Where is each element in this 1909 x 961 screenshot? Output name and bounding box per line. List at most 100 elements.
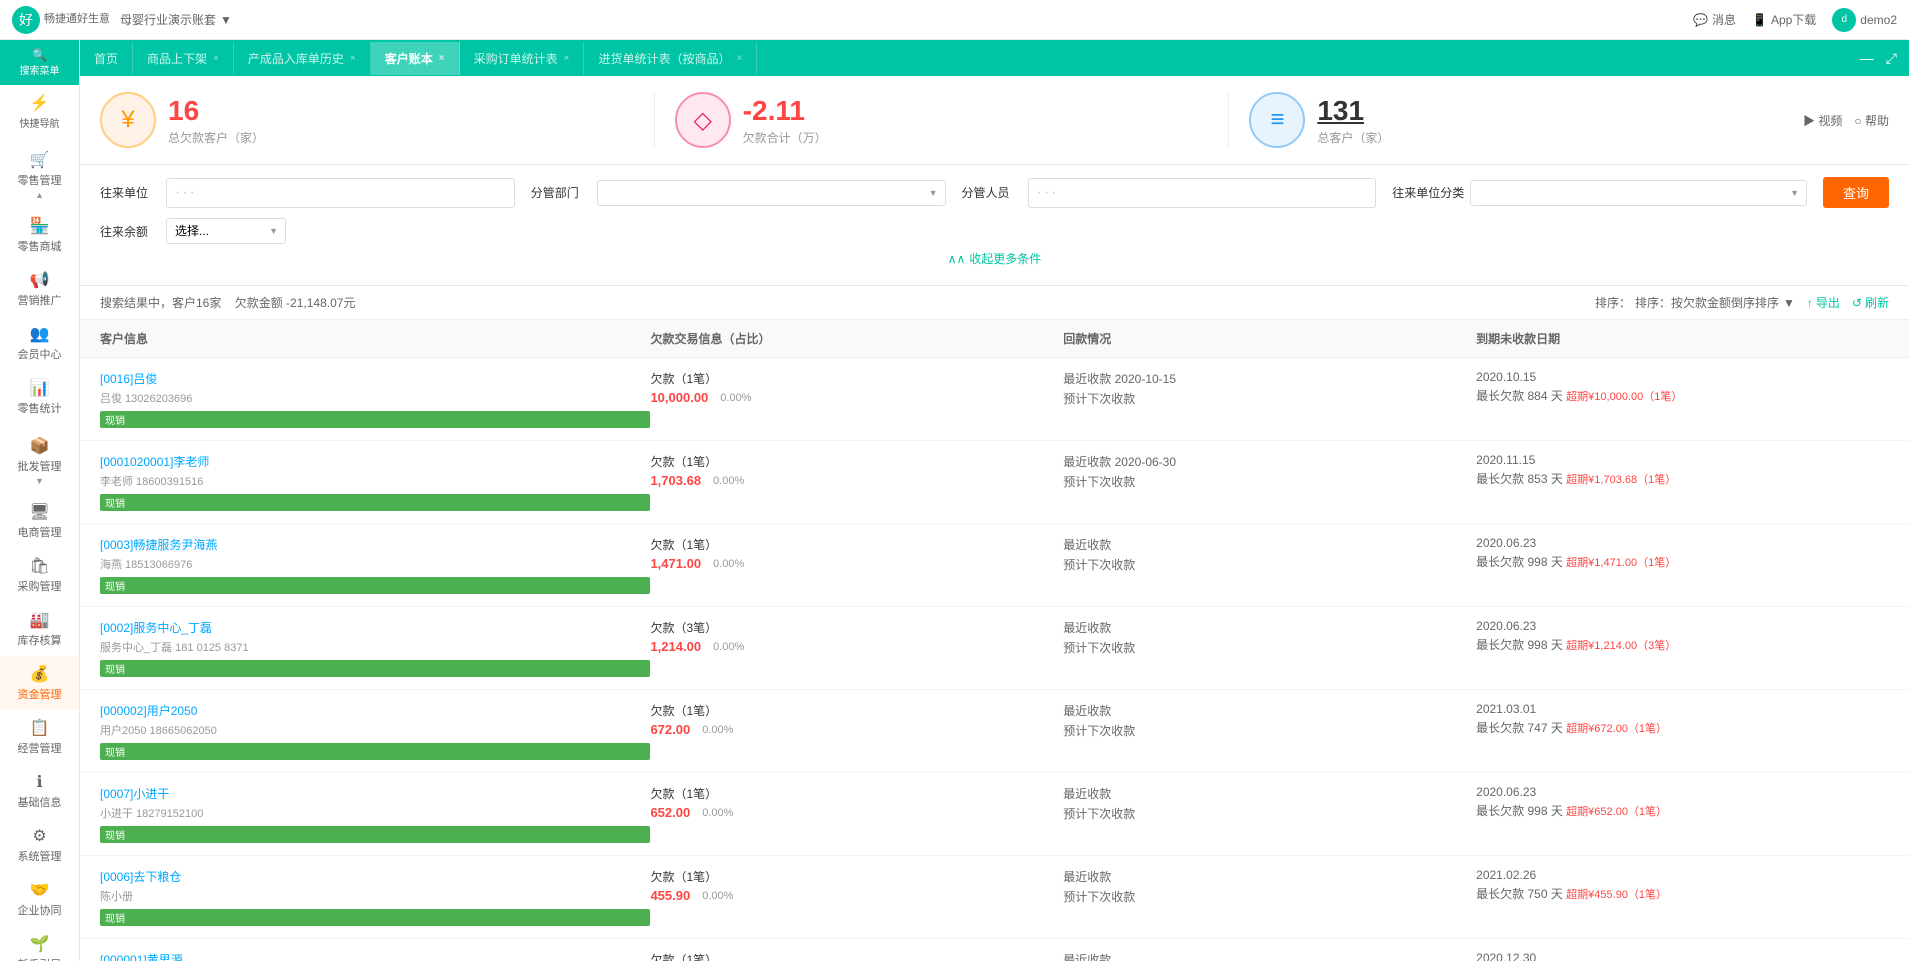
- unit-class-select-wrap: [1470, 180, 1807, 206]
- tab-goods-offline[interactable]: 商品上下架 ×: [133, 42, 234, 75]
- unit-class-select[interactable]: [1470, 180, 1807, 206]
- video-btn[interactable]: ▶ 视频: [1803, 112, 1842, 129]
- last-collect-6: 最近收款: [1063, 868, 1476, 885]
- last-collect-1: 最近收款 2020-06-30: [1063, 453, 1476, 470]
- return-info-0: 最近收款 2020-10-15 预计下次收款: [1063, 370, 1476, 428]
- source-unit-input[interactable]: ···: [166, 178, 515, 208]
- debt-info-6: 欠款（1笔） 455.90 0.00%: [650, 868, 1063, 926]
- debt-pct-1: 0.00%: [713, 475, 744, 487]
- overdue-link-1[interactable]: 超期¥1,703.68（1笔）: [1566, 474, 1676, 486]
- customer-name-link-4[interactable]: [000002]用户2050: [100, 702, 650, 719]
- search-button[interactable]: 查询: [1823, 177, 1889, 208]
- message-btn[interactable]: 💬 消息: [1693, 11, 1736, 28]
- filter-source-unit: 往来单位 ···: [100, 178, 515, 208]
- inventory-icon: 🏭: [30, 610, 50, 630]
- customer-name-link-6[interactable]: [0006]去下粮仓: [100, 868, 650, 885]
- customer-name-link-3[interactable]: [0002]服务中心_丁磊: [100, 619, 650, 636]
- debt-pct-4: 0.00%: [702, 724, 733, 736]
- sidebar-item-retail-stat[interactable]: 📊 零售统计: [0, 370, 79, 424]
- refresh-icon: ↺: [1852, 296, 1862, 310]
- sidebar-item-purchase[interactable]: 🛍 采购管理: [0, 548, 79, 602]
- close-icon3[interactable]: ×: [439, 53, 445, 64]
- customer-phone-5: 小进干 18279152100: [100, 805, 650, 821]
- sidebar-item-marketing[interactable]: 📢 营销推广: [0, 262, 79, 316]
- balance-select[interactable]: 选择...: [166, 218, 286, 244]
- last-collect-2: 最近收款: [1063, 536, 1476, 553]
- newbie-icon: 🌱: [30, 934, 50, 954]
- customer-name-link-7[interactable]: [000001]黄思源: [100, 951, 650, 961]
- customer-name-link-2[interactable]: [0003]畅捷服务尹海燕: [100, 536, 650, 553]
- result-text: 搜索结果中，客户16家 欠款金额 -21,148.07元: [100, 294, 355, 311]
- debt-count-2: 欠款（1笔）: [650, 536, 1063, 553]
- customer-info-3: [0002]服务中心_丁磊 服务中心_丁磊 181 0125 8371 现销: [100, 619, 650, 677]
- tab-home[interactable]: 首页: [80, 42, 133, 75]
- next-collect-4: 预计下次收款: [1063, 722, 1476, 739]
- tab-maximize-btn[interactable]: ⤢: [1882, 46, 1901, 71]
- overdue-link-0[interactable]: 超期¥10,000.00（1笔）: [1566, 391, 1682, 403]
- debt-pct-6: 0.00%: [702, 890, 733, 902]
- logo-text: 畅捷通好生意: [44, 12, 110, 26]
- industry-select[interactable]: 母婴行业演示账套 ▼: [120, 11, 232, 28]
- customer-name-link-5[interactable]: [0007]小进干: [100, 785, 650, 802]
- customer-tag-4: 现销: [100, 743, 650, 760]
- collapse-row[interactable]: ∧∧ 收起更多条件: [100, 244, 1889, 273]
- user-avatar[interactable]: d demo2: [1832, 8, 1897, 32]
- refresh-btn[interactable]: ↺ 刷新: [1852, 294, 1889, 311]
- stat-card-total-customers: ≡ 131 总客户（家）: [1229, 92, 1803, 148]
- overdue-link-2[interactable]: 超期¥1,471.00（1笔）: [1566, 557, 1676, 569]
- close-icon2[interactable]: ×: [350, 53, 356, 64]
- dept-select[interactable]: [597, 180, 946, 206]
- sidebar-item-inventory[interactable]: 🏭 库存核算: [0, 602, 79, 656]
- customer-name-link-1[interactable]: [0001020001]李老师: [100, 453, 650, 470]
- ecom-icon: 🖥: [29, 502, 49, 522]
- sidebar-item-quicknav[interactable]: ⚡ 快捷导航: [0, 85, 79, 138]
- sidebar-item-batch-mgmt[interactable]: 📦 批发管理 ▼: [0, 428, 79, 494]
- sidebar-item-retail-mgmt[interactable]: 🛒 零售管理 ▲: [0, 142, 79, 208]
- overdue-link-5[interactable]: 超期¥652.00（1笔）: [1566, 806, 1667, 818]
- customer-phone-3: 服务中心_丁磊 181 0125 8371: [100, 639, 650, 655]
- help-btn[interactable]: ○ 帮助: [1854, 112, 1889, 129]
- export-btn[interactable]: ↑ 导出: [1807, 294, 1840, 311]
- tab-customer-account[interactable]: 客户账本 ×: [371, 42, 460, 75]
- sidebar-item-fund[interactable]: 💰 资金管理: [0, 656, 79, 710]
- app-download-btn[interactable]: 📱 App下载: [1752, 11, 1816, 28]
- close-icon5[interactable]: ×: [736, 53, 742, 64]
- overdue-days-2: 最长欠款 998 天 超期¥1,471.00（1笔）: [1476, 553, 1889, 570]
- debt-count-4: 欠款（1笔）: [650, 702, 1063, 719]
- debt-pct-0: 0.00%: [720, 392, 751, 404]
- search-icon: 🔍: [32, 48, 47, 62]
- debt-pct-2: 0.00%: [713, 558, 744, 570]
- sidebar-item-ecom[interactable]: 🖥 电商管理: [0, 494, 79, 548]
- sidebar-item-biz-mgmt[interactable]: 📋 经营管理: [0, 710, 79, 764]
- sidebar-item-basic[interactable]: ℹ 基础信息: [0, 764, 79, 818]
- customer-name-link-0[interactable]: [0016]吕俊: [100, 370, 650, 387]
- dept-select-wrap: [597, 180, 946, 206]
- tab-stock-stats[interactable]: 进货单统计表（按商品） ×: [584, 42, 757, 75]
- sidebar-item-sys[interactable]: ⚙ 系统管理: [0, 818, 79, 872]
- tab-purchase-stats[interactable]: 采购订单统计表 ×: [460, 42, 585, 75]
- filter-row-2: 往来余额 选择...: [100, 218, 1889, 244]
- sidebar-item-retail-mall[interactable]: 🏪 零售商城: [0, 208, 79, 262]
- overdue-link-3[interactable]: 超期¥1,214.00（3笔）: [1566, 640, 1676, 652]
- sidebar-item-newbie[interactable]: 🌱 新手引导: [0, 926, 79, 961]
- sort-select[interactable]: 排序： 排序：按欠款金额倒序排序 ▼: [1595, 294, 1795, 311]
- person-input[interactable]: ···: [1028, 178, 1377, 208]
- col-header-return: 回款情况: [1063, 330, 1476, 347]
- close-icon4[interactable]: ×: [564, 53, 570, 64]
- filter-balance: 往来余额 选择...: [100, 218, 286, 244]
- tab-product-history[interactable]: 产成品入库单历史 ×: [234, 42, 371, 75]
- biz-icon: 📋: [30, 718, 50, 738]
- sidebar-search[interactable]: 🔍 搜索菜单: [0, 40, 79, 85]
- tab-minimize-btn[interactable]: —: [1856, 46, 1878, 70]
- due-date-2: 2020.06.23: [1476, 536, 1889, 550]
- sidebar-item-member[interactable]: 👥 会员中心: [0, 316, 79, 370]
- close-icon[interactable]: ×: [213, 53, 219, 64]
- last-collect-0: 最近收款 2020-10-15: [1063, 370, 1476, 387]
- sidebar-item-corp[interactable]: 🤝 企业协同: [0, 872, 79, 926]
- debt-pct-3: 0.00%: [713, 641, 744, 653]
- debt-row-2: 1,471.00 0.00%: [650, 556, 1063, 571]
- overdue-link-4[interactable]: 超期¥672.00（1笔）: [1566, 723, 1667, 735]
- return-info-2: 最近收款 预计下次收款: [1063, 536, 1476, 594]
- overdue-link-6[interactable]: 超期¥455.90（1笔）: [1566, 889, 1667, 901]
- overdue-info-2: 2020.06.23 最长欠款 998 天 超期¥1,471.00（1笔）: [1476, 536, 1889, 594]
